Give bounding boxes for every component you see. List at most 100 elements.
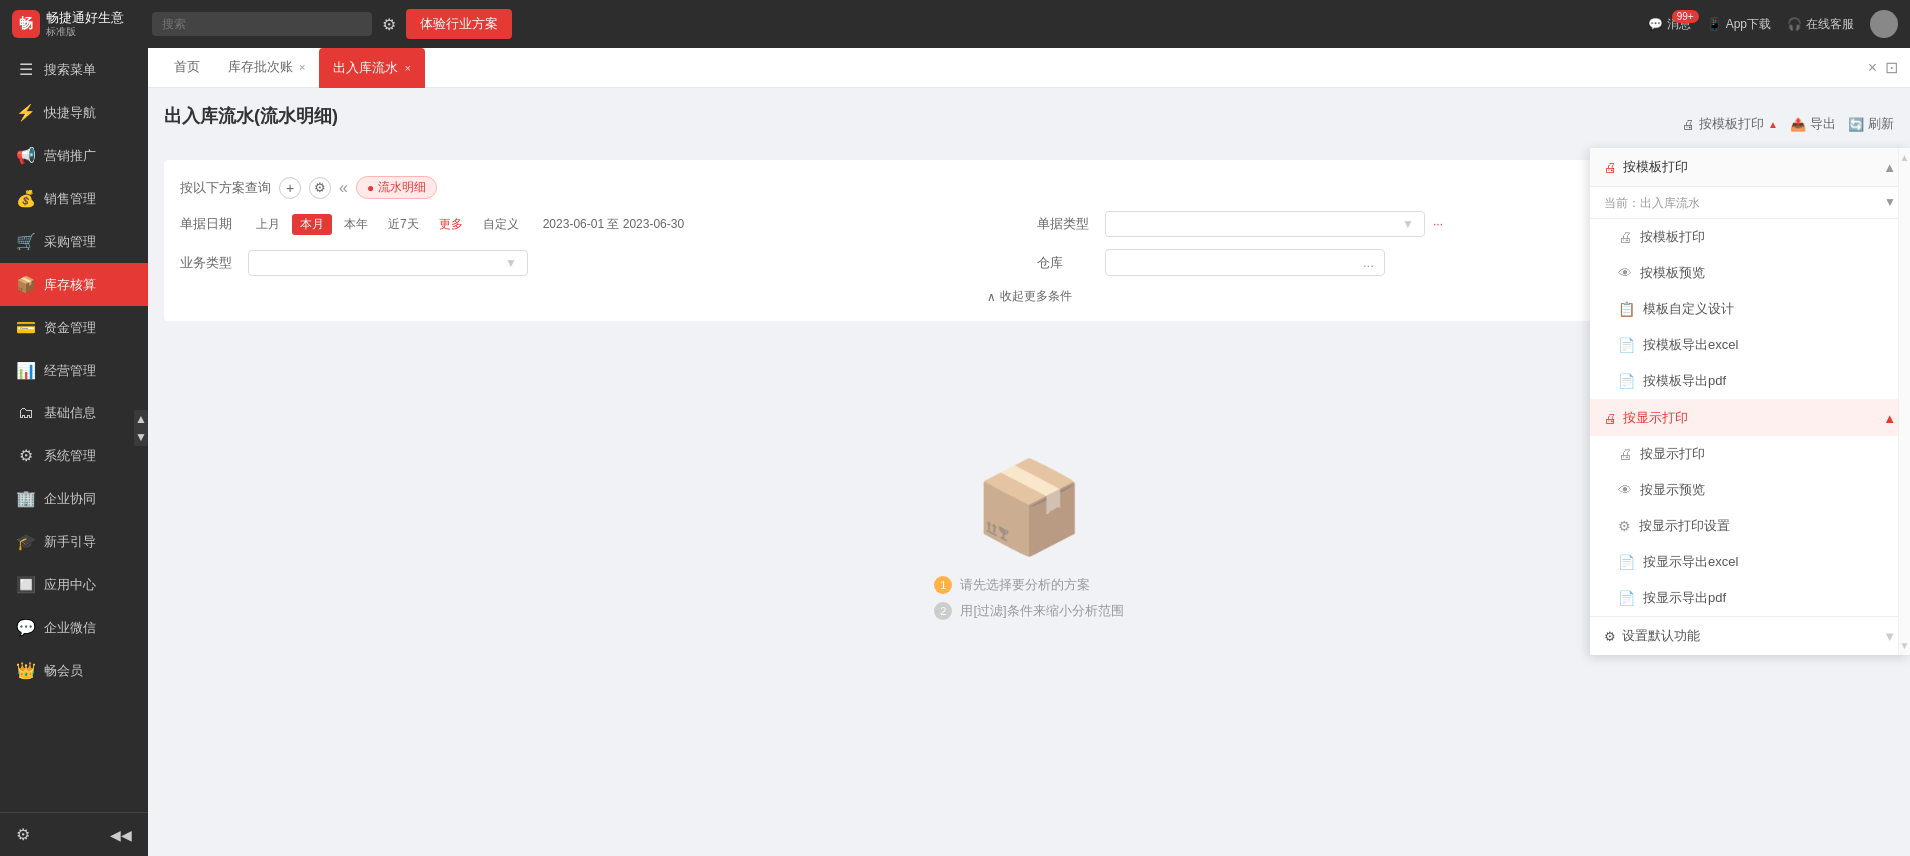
sidebar-settings-btn[interactable]: ⚙ bbox=[16, 825, 30, 844]
doc-type-select[interactable]: ▼ bbox=[1105, 211, 1425, 237]
export-btn[interactable]: 📤 导出 bbox=[1790, 115, 1836, 133]
tab-inventory-flow-label: 出入库流水 bbox=[333, 59, 398, 77]
filter-add-btn[interactable]: + bbox=[279, 177, 301, 199]
warehouse-more-btn[interactable]: ... bbox=[1363, 255, 1374, 270]
date-tab-7days[interactable]: 近7天 bbox=[380, 214, 427, 235]
dropdown-item-template-pdf[interactable]: 📄 按模板导出pdf bbox=[1590, 363, 1910, 399]
date-tab-custom[interactable]: 自定义 bbox=[475, 214, 527, 235]
scroll-up-arrow[interactable]: ▲ bbox=[133, 410, 149, 428]
online-service-item[interactable]: 🎧 在线客服 bbox=[1787, 16, 1854, 33]
dropdown-item-display-preview[interactable]: 👁 按显示预览 bbox=[1590, 472, 1910, 508]
sidebar-item-system[interactable]: ⚙ 系统管理 bbox=[0, 434, 148, 477]
filter-config-btn[interactable]: ⚙ bbox=[309, 177, 331, 199]
gear-icon: ⚙ bbox=[1604, 629, 1616, 644]
sidebar-item-member[interactable]: 👑 畅会员 bbox=[0, 649, 148, 692]
search-icon: ☰ bbox=[16, 60, 36, 79]
user-avatar[interactable] bbox=[1870, 10, 1898, 38]
sidebar-item-operation[interactable]: 📊 经营管理 bbox=[0, 349, 148, 392]
sidebar-item-label: 采购管理 bbox=[44, 233, 96, 251]
chevron-down-icon: ▼ bbox=[1402, 217, 1414, 231]
business-type-select[interactable]: ▼ bbox=[248, 250, 528, 276]
dropdown-footer[interactable]: ⚙ 设置默认功能 ▼ bbox=[1590, 616, 1910, 655]
tab-batch-account[interactable]: 库存批次账 × bbox=[214, 48, 319, 88]
sidebar-item-purchase[interactable]: 🛒 采购管理 bbox=[0, 220, 148, 263]
page-header-actions: 🖨 按模板打印 ▲ 📤 导出 🔄 刷新 bbox=[1682, 115, 1894, 133]
sidebar-item-inventory[interactable]: 📦 库存核算 bbox=[0, 263, 148, 306]
message-badge: 99+ bbox=[1672, 10, 1699, 23]
sales-icon: 💰 bbox=[16, 189, 36, 208]
sidebar-item-search[interactable]: ☰ 搜索菜单 bbox=[0, 48, 148, 91]
scroll-up-arrow[interactable]: ▲ bbox=[1900, 152, 1910, 163]
sidebar-item-label: 畅会员 bbox=[44, 662, 83, 680]
chevron-down-icon: ▼ bbox=[505, 256, 517, 270]
tab-inventory-flow-close[interactable]: × bbox=[404, 62, 410, 74]
date-range: 2023-06-01 至 2023-06-30 bbox=[543, 216, 684, 233]
dropdown-item-template-excel[interactable]: 📄 按模板导出excel bbox=[1590, 327, 1910, 363]
filter-tag[interactable]: ● 流水明细 bbox=[356, 176, 437, 199]
purchase-icon: 🛒 bbox=[16, 232, 36, 251]
wechat-icon: 💬 bbox=[16, 618, 36, 637]
gear-button[interactable]: ⚙ bbox=[382, 15, 396, 34]
chevron-up-icon: ▲ bbox=[1883, 411, 1896, 426]
app-download-item[interactable]: 📱 App下载 bbox=[1707, 16, 1771, 33]
preview-icon: 👁 bbox=[1618, 265, 1632, 281]
dropdown-item-template-print[interactable]: 🖨 按模板打印 bbox=[1590, 219, 1910, 255]
sidebar-item-base[interactable]: 🗂 基础信息 bbox=[0, 392, 148, 434]
date-tab-more[interactable]: 更多 bbox=[431, 214, 471, 235]
preview-icon: 👁 bbox=[1618, 482, 1632, 498]
dropdown-display-section: 🖨 按显示打印 ▲ 🖨 按显示打印 👁 按显示预览 ⚙ bbox=[1590, 399, 1910, 616]
date-tab-this-month[interactable]: 本月 bbox=[292, 214, 332, 235]
sidebar-item-label: 应用中心 bbox=[44, 576, 96, 594]
warehouse-select[interactable]: ... bbox=[1105, 249, 1385, 276]
sidebar-item-app-center[interactable]: 🔲 应用中心 bbox=[0, 563, 148, 606]
refresh-btn[interactable]: 🔄 刷新 bbox=[1848, 115, 1894, 133]
date-tab-this-year[interactable]: 本年 bbox=[336, 214, 376, 235]
guide-icon: 🎓 bbox=[16, 532, 36, 551]
tab-batch-account-close[interactable]: × bbox=[299, 61, 305, 73]
headset-icon: 🎧 bbox=[1787, 17, 1802, 31]
dropdown-item-template-preview[interactable]: 👁 按模板预览 bbox=[1590, 255, 1910, 291]
tab-inventory-flow[interactable]: 出入库流水 × bbox=[319, 48, 424, 88]
sidebar-item-quick-nav[interactable]: ⚡ 快捷导航 bbox=[0, 91, 148, 134]
sidebar-item-corp[interactable]: 🏢 企业协同 bbox=[0, 477, 148, 520]
scroll-down-arrow[interactable]: ▼ bbox=[1900, 640, 1910, 651]
dropdown-item-display-excel[interactable]: 📄 按显示导出excel bbox=[1590, 544, 1910, 580]
dropdown-item-display-pdf[interactable]: 📄 按显示导出pdf bbox=[1590, 580, 1910, 616]
filter-more-btn[interactable]: ··· bbox=[1433, 217, 1443, 231]
scroll-down-arrow[interactable]: ▼ bbox=[133, 428, 149, 446]
date-tab-last-month[interactable]: 上月 bbox=[248, 214, 288, 235]
header: 畅 畅捷通好生意 标准版 ⚙ 体验行业方案 💬 消息 99+ 📱 App下载 🎧 bbox=[0, 0, 1910, 48]
message-icon-item[interactable]: 💬 消息 99+ bbox=[1648, 16, 1691, 33]
tab-maximize-btn[interactable]: ⊡ bbox=[1885, 58, 1898, 77]
collapse-btn[interactable]: ∧ 收起更多条件 bbox=[987, 288, 1072, 305]
sidebar-footer: ⚙ ◀◀ bbox=[0, 812, 148, 856]
sidebar-item-label: 营销推广 bbox=[44, 147, 96, 165]
excel-icon: 📄 bbox=[1618, 337, 1635, 353]
content-area: 首页 库存批次账 × 出入库流水 × × ⊡ 出入库 bbox=[148, 48, 1910, 856]
item-label: 按显示打印 bbox=[1640, 445, 1705, 463]
tab-home[interactable]: 首页 bbox=[160, 48, 214, 88]
dropdown-scrollbar: ▲ ▼ bbox=[1898, 148, 1910, 655]
sidebar-item-guide[interactable]: 🎓 新手引导 bbox=[0, 520, 148, 563]
filter-collapse-left-btn[interactable]: « bbox=[339, 179, 348, 197]
dropdown-display-header[interactable]: 🖨 按显示打印 ▲ bbox=[1590, 400, 1910, 436]
display-header-content: 🖨 按显示打印 bbox=[1604, 409, 1688, 427]
sidebar-item-label: 基础信息 bbox=[44, 404, 96, 422]
empty-step-2: 2 用[过滤]条件来缩小分析范围 bbox=[934, 602, 1123, 620]
sidebar-item-finance[interactable]: 💳 资金管理 bbox=[0, 306, 148, 349]
page-header: 出入库流水(流水明细) 🖨 按模板打印 ▲ 📤 导出 🔄 bbox=[164, 104, 1894, 144]
tab-home-label: 首页 bbox=[174, 58, 200, 76]
dropdown-item-display-settings[interactable]: ⚙ 按显示打印设置 bbox=[1590, 508, 1910, 544]
sidebar-item-marketing[interactable]: 📢 营销推广 bbox=[0, 134, 148, 177]
sidebar-item-sales[interactable]: 💰 销售管理 bbox=[0, 177, 148, 220]
sidebar-item-wechat[interactable]: 💬 企业微信 bbox=[0, 606, 148, 649]
empty-icon: 📦 bbox=[973, 455, 1085, 560]
sidebar-collapse-btn[interactable]: ◀◀ bbox=[110, 825, 132, 844]
tab-close-all-btn[interactable]: × bbox=[1868, 59, 1877, 77]
dropdown-item-display-print[interactable]: 🖨 按显示打印 bbox=[1590, 436, 1910, 472]
chevron-up-btn[interactable]: ▲ bbox=[1883, 160, 1896, 175]
print-template-btn[interactable]: 🖨 按模板打印 ▲ bbox=[1682, 115, 1778, 133]
search-input[interactable] bbox=[152, 12, 372, 36]
trial-button[interactable]: 体验行业方案 bbox=[406, 9, 512, 39]
dropdown-item-template-custom[interactable]: 📋 模板自定义设计 bbox=[1590, 291, 1910, 327]
